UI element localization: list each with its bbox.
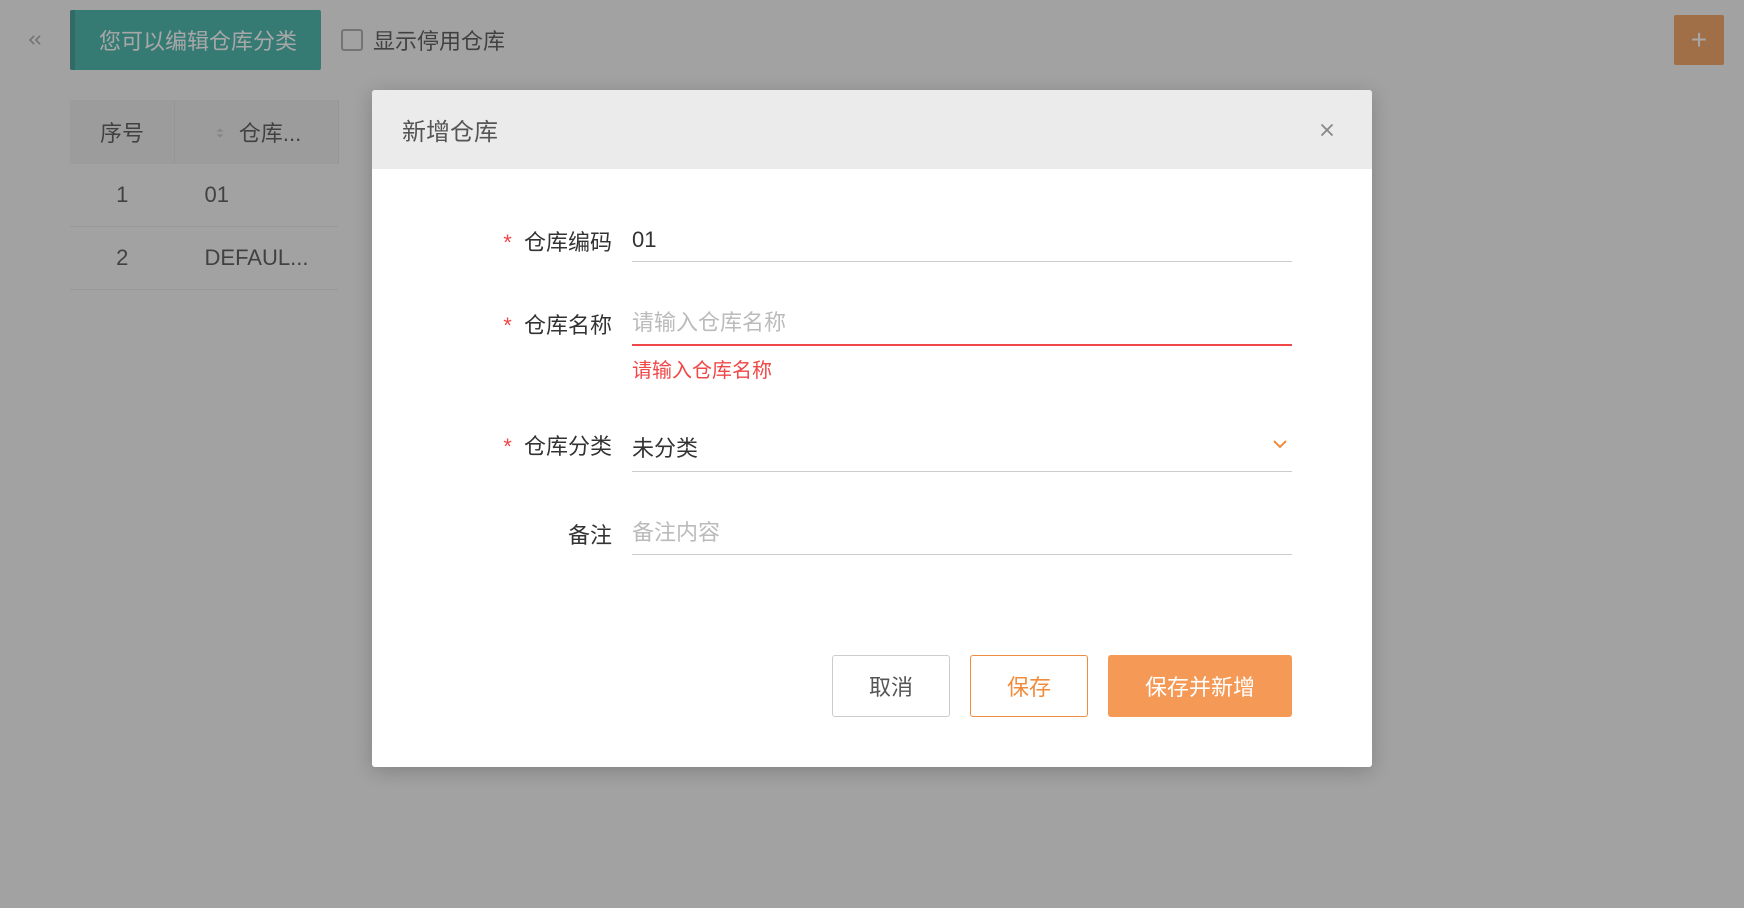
required-star: * <box>503 434 512 459</box>
form-row-name: * 仓库名称 请输入仓库名称 <box>452 302 1292 383</box>
modal-footer: 取消 保存 保存并新增 <box>372 635 1372 767</box>
save-button[interactable]: 保存 <box>970 655 1088 717</box>
category-value: 未分类 <box>632 431 698 463</box>
add-warehouse-modal: 新增仓库 * 仓库编码 * <box>372 90 1372 767</box>
label-code: * 仓库编码 <box>452 219 612 257</box>
label-name: * 仓库名称 <box>452 302 612 340</box>
remark-input[interactable] <box>632 512 1292 555</box>
modal-overlay: 新增仓库 * 仓库编码 * <box>0 0 1744 908</box>
modal-header: 新增仓库 <box>372 90 1372 169</box>
required-star: * <box>503 313 512 338</box>
form-row-remark: 备注 <box>452 512 1292 555</box>
name-input[interactable] <box>632 302 1292 346</box>
cancel-button[interactable]: 取消 <box>832 655 950 717</box>
save-and-new-button[interactable]: 保存并新增 <box>1108 655 1292 717</box>
modal-body: * 仓库编码 * 仓库名称 请输入仓库名称 <box>372 169 1372 635</box>
form-row-category: * 仓库分类 未分类 <box>452 423 1292 472</box>
close-button[interactable] <box>1312 115 1342 145</box>
category-select[interactable]: 未分类 <box>632 423 1292 472</box>
chevron-down-icon <box>1268 432 1292 462</box>
close-icon <box>1316 119 1338 141</box>
form-row-code: * 仓库编码 <box>452 219 1292 262</box>
code-input[interactable] <box>632 219 1292 262</box>
modal-title: 新增仓库 <box>402 112 498 147</box>
label-category: * 仓库分类 <box>452 423 612 461</box>
label-remark: 备注 <box>452 512 612 550</box>
name-error-message: 请输入仓库名称 <box>632 354 1292 383</box>
required-star: * <box>503 230 512 255</box>
